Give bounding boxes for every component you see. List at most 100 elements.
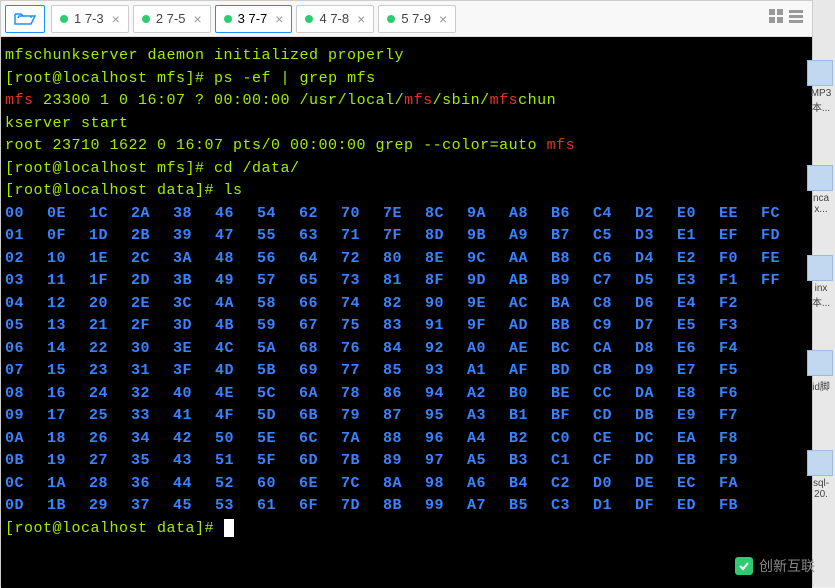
directory-entry: B0 <box>509 383 551 406</box>
directory-entry: 3E <box>173 338 215 361</box>
directory-entry: C6 <box>593 248 635 271</box>
close-tab-icon[interactable]: × <box>193 11 201 27</box>
directory-entry: E0 <box>677 203 719 226</box>
directory-entry: C9 <box>593 315 635 338</box>
directory-entry: F5 <box>719 360 761 383</box>
directory-entry: D0 <box>593 473 635 496</box>
directory-entry: E3 <box>677 270 719 293</box>
desktop-shortcut-4[interactable]: sql-20. <box>807 450 835 500</box>
directory-entry: 6E <box>299 473 341 496</box>
directory-entry: A6 <box>467 473 509 496</box>
directory-entry: EB <box>677 450 719 473</box>
directory-entry: F3 <box>719 315 761 338</box>
directory-entry: CA <box>593 338 635 361</box>
grid-view-icon[interactable] <box>768 8 784 29</box>
directory-entry: 66 <box>299 293 341 316</box>
directory-entry: 9C <box>467 248 509 271</box>
directory-entry: BC <box>551 338 593 361</box>
match-highlight: mfs <box>490 92 519 109</box>
directory-entry: B3 <box>509 450 551 473</box>
directory-entry: D7 <box>635 315 677 338</box>
directory-entry: 58 <box>257 293 299 316</box>
directory-entry: 26 <box>89 428 131 451</box>
directory-entry: A2 <box>467 383 509 406</box>
directory-entry: 32 <box>131 383 173 406</box>
directory-entry: 77 <box>341 360 383 383</box>
directory-entry: BE <box>551 383 593 406</box>
directory-entry: 20 <box>89 293 131 316</box>
directory-entry: 08 <box>5 383 47 406</box>
directory-entry: AB <box>509 270 551 293</box>
close-tab-icon[interactable]: × <box>357 11 365 27</box>
desktop-shortcut-2[interactable]: inx本... <box>807 255 835 309</box>
list-view-icon[interactable] <box>788 8 804 29</box>
directory-entry: 4B <box>215 315 257 338</box>
directory-entry: EE <box>719 203 761 226</box>
terminal[interactable]: mfschunkserver daemon initialized proper… <box>1 37 812 588</box>
close-tab-icon[interactable]: × <box>275 11 283 27</box>
desktop-shortcut-0[interactable]: MP3本... <box>807 60 835 114</box>
tab-1[interactable]: 2 7-5× <box>133 5 211 33</box>
directory-entry: 62 <box>299 203 341 226</box>
tab-4[interactable]: 5 7-9× <box>378 5 456 33</box>
shortcut-label: sql- <box>807 478 835 489</box>
directory-entry: BB <box>551 315 593 338</box>
directory-entry: 0C <box>5 473 47 496</box>
close-tab-icon[interactable]: × <box>439 11 447 27</box>
directory-entry: C5 <box>593 225 635 248</box>
close-tab-icon[interactable]: × <box>112 11 120 27</box>
directory-entry: D8 <box>635 338 677 361</box>
directory-entry: 4C <box>215 338 257 361</box>
directory-entry: BD <box>551 360 593 383</box>
directory-entry: B6 <box>551 203 593 226</box>
desktop-shortcut-1[interactable]: ncax... <box>807 165 835 215</box>
directory-entry: B4 <box>509 473 551 496</box>
directory-entry: 33 <box>131 405 173 428</box>
directory-entry: 4F <box>215 405 257 428</box>
open-folder-button[interactable] <box>5 5 45 33</box>
directory-entry: 5F <box>257 450 299 473</box>
directory-entry: E9 <box>677 405 719 428</box>
directory-entry: 97 <box>425 450 467 473</box>
directory-entry: 2D <box>131 270 173 293</box>
cursor <box>224 519 234 537</box>
directory-entry: 5E <box>257 428 299 451</box>
tab-label: 4 7-8 <box>319 11 349 26</box>
tab-0[interactable]: 1 7-3 × <box>51 5 129 33</box>
directory-entry: FB <box>719 495 761 518</box>
directory-entry: 02 <box>5 248 47 271</box>
modified-indicator-icon <box>60 15 68 23</box>
directory-entry: 70 <box>341 203 383 226</box>
directory-entry: AE <box>509 338 551 361</box>
directory-entry: 7F <box>383 225 425 248</box>
directory-entry: 6C <box>299 428 341 451</box>
directory-entry: 1A <box>47 473 89 496</box>
directory-entry: 35 <box>131 450 173 473</box>
directory-entry: 56 <box>257 248 299 271</box>
directory-entry: 7B <box>341 450 383 473</box>
directory-entry: C2 <box>551 473 593 496</box>
directory-entry: 38 <box>173 203 215 226</box>
directory-listing: 000E1C2A38465462707E8C9AA8B6C4D2E0EEFC01… <box>5 203 808 518</box>
desktop-shortcut-3[interactable]: id脚 <box>807 350 835 393</box>
tab-label: 1 7-3 <box>74 11 104 26</box>
directory-entry: 9A <box>467 203 509 226</box>
directory-entry: D5 <box>635 270 677 293</box>
directory-entry: 5B <box>257 360 299 383</box>
directory-entry: EC <box>677 473 719 496</box>
directory-entry: 8A <box>383 473 425 496</box>
directory-entry: 59 <box>257 315 299 338</box>
shell-command: cd /data/ <box>214 160 300 177</box>
tab-3[interactable]: 4 7-8 × <box>296 5 374 33</box>
directory-entry: 1B <box>47 495 89 518</box>
directory-entry: 2E <box>131 293 173 316</box>
directory-entry: 91 <box>425 315 467 338</box>
directory-entry: 24 <box>89 383 131 406</box>
tab-2[interactable]: 3 7-7× <box>215 5 293 33</box>
directory-entry: A1 <box>467 360 509 383</box>
directory-entry: 3C <box>173 293 215 316</box>
match-highlight: mfs <box>5 92 34 109</box>
directory-entry: 36 <box>131 473 173 496</box>
shortcut-label: 本... <box>807 294 835 309</box>
shell-prompt: [root@localhost mfs]# <box>5 160 214 177</box>
